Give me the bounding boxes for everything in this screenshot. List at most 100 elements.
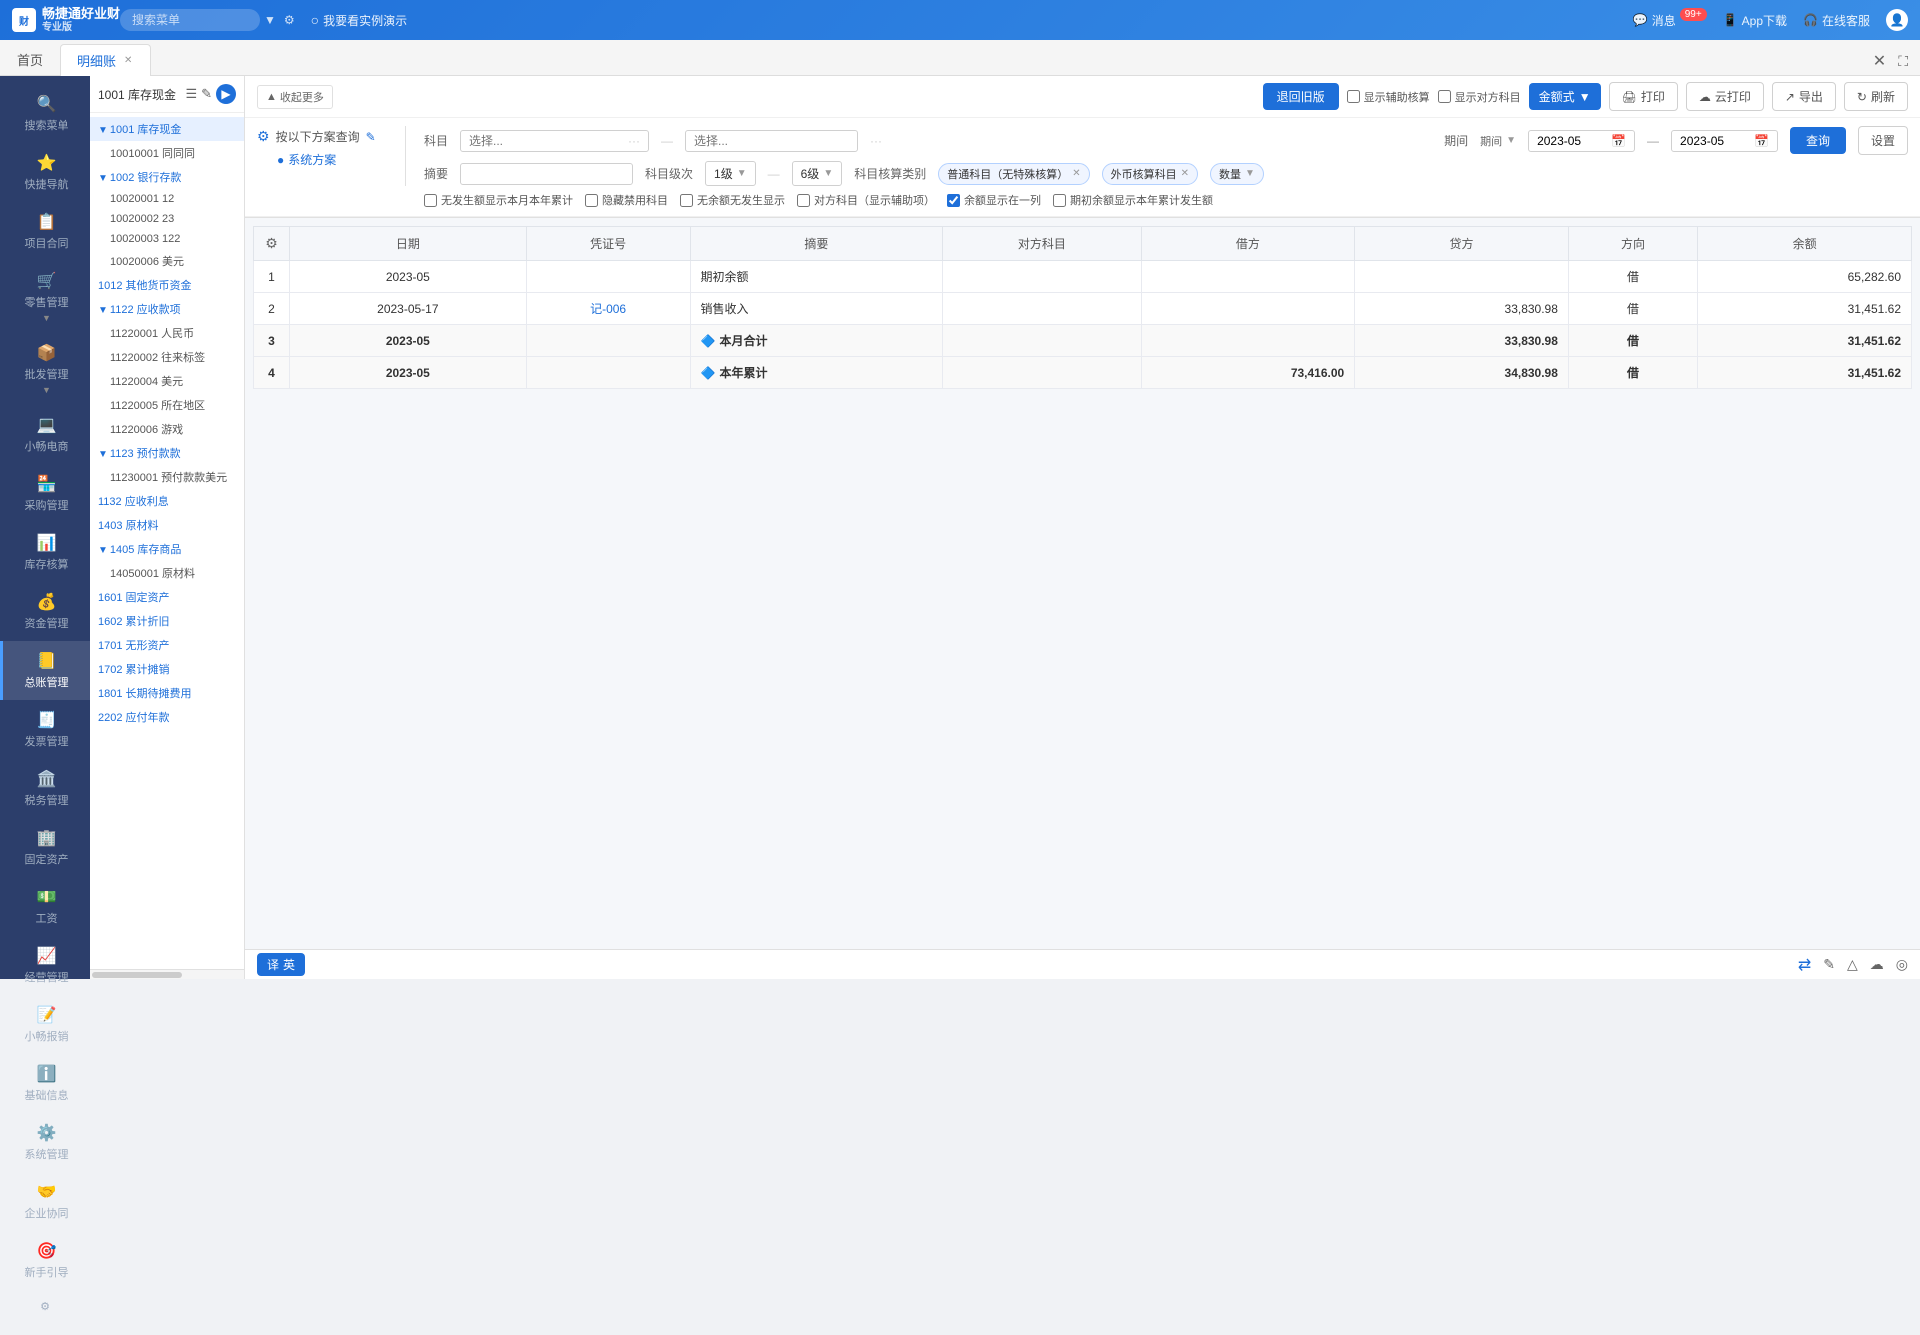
cb-init-balance[interactable]: 期初余额显示本年累计发生额 — [1053, 192, 1213, 208]
amount-mode-btn[interactable]: 金额式 ▼ — [1529, 83, 1601, 110]
sidebar-item-mgmt[interactable]: 📈 经营管理 — [0, 936, 90, 995]
sidebar-item-collab[interactable]: 🤝 企业协同 — [0, 1172, 90, 1231]
period-to-input[interactable] — [1680, 134, 1750, 148]
tree-item-1002[interactable]: ▼1002 银行存款 — [90, 165, 244, 189]
return-old-btn[interactable]: 退回旧版 — [1263, 83, 1339, 110]
tree-item-2202[interactable]: 2202 应付年款 — [90, 705, 244, 729]
print-btn[interactable]: 🖨 打印 — [1609, 82, 1678, 111]
sidebar-item-inventory[interactable]: 📊 库存核算 — [0, 523, 90, 582]
sidebar-item-project[interactable]: 📋 项目合同 — [0, 202, 90, 261]
search-chevron-icon[interactable]: ▼ — [264, 13, 276, 27]
export-btn[interactable]: ↗ 导出 — [1772, 82, 1836, 111]
account-search-btn[interactable]: ▶ — [216, 84, 236, 104]
tag2-close-btn[interactable]: ✕ — [1181, 168, 1189, 179]
query-btn[interactable]: 查询 — [1790, 127, 1846, 154]
show-opposite-subject-input[interactable] — [1438, 90, 1451, 103]
sidebar-item-retail[interactable]: 🛒 零售管理 ▼ — [0, 261, 90, 333]
tree-item-14050001[interactable]: 14050001 原材料 — [90, 561, 244, 585]
sidebar-item-guide[interactable]: 🎯 新手引导 — [0, 1231, 90, 1290]
h-scrollbar[interactable] — [90, 969, 244, 979]
status-icon-1[interactable]: ⇄ — [1798, 955, 1811, 975]
tree-item-1702[interactable]: 1702 累计摊销 — [90, 657, 244, 681]
tab-home[interactable]: 首页 — [0, 43, 60, 75]
settings-icon[interactable]: ⚙ — [284, 13, 295, 27]
status-icon-2[interactable]: ✎ — [1823, 956, 1835, 973]
cb-init-balance-input[interactable] — [1053, 194, 1066, 207]
sidebar-item-base[interactable]: ℹ️ 基础信息 — [0, 1054, 90, 1113]
cb-hide-disabled[interactable]: 隐藏禁用科目 — [585, 192, 668, 208]
sidebar-item-wholesale[interactable]: 📦 批发管理 ▼ — [0, 333, 90, 405]
tree-item-1801[interactable]: 1801 长期待摊费用 — [90, 681, 244, 705]
tree-item-11230001[interactable]: 11230001 预付款款美元 — [90, 465, 244, 489]
app-download-btn[interactable]: 📱 App下载 — [1723, 12, 1787, 29]
summary-input[interactable] — [460, 163, 633, 185]
status-translate-btn[interactable]: 译 英 — [257, 953, 305, 976]
show-aux-calc-input[interactable] — [1347, 90, 1360, 103]
sidebar-item-ecommerce[interactable]: 💻 小畅电商 — [0, 405, 90, 464]
subject-input[interactable] — [469, 134, 624, 148]
expand-more-btn[interactable]: ▲ 收起更多 — [257, 85, 333, 109]
tag1-close-btn[interactable]: ✕ — [1072, 168, 1080, 179]
tree-item-1701[interactable]: 1701 无形资产 — [90, 633, 244, 657]
demo-link[interactable]: ○ 我要看实例演示 — [311, 12, 407, 29]
cb-no-balance-show-input[interactable] — [680, 194, 693, 207]
sidebar-item-purchase[interactable]: 🏪 采购管理 — [0, 464, 90, 523]
status-icon-5[interactable]: ◎ — [1896, 956, 1908, 973]
sidebar-item-salary[interactable]: 💵 工资 — [0, 877, 90, 936]
subject-to-input[interactable] — [694, 134, 849, 148]
sidebar-item-expense[interactable]: 📝 小畅报销 — [0, 995, 90, 1054]
tree-item-1403[interactable]: 1403 原材料 — [90, 513, 244, 537]
sidebar-item-tax[interactable]: 🏛️ 税务管理 — [0, 759, 90, 818]
cb-no-balance-show[interactable]: 无余额无发生显示 — [680, 192, 785, 208]
sidebar-item-quicknav[interactable]: ⭐ 快捷导航 — [0, 143, 90, 202]
refresh-btn[interactable]: ↻ 刷新 — [1844, 82, 1908, 111]
table-gear-icon[interactable]: ⚙ — [265, 235, 278, 251]
tree-item-10010001[interactable]: 10010001 同同同 — [90, 141, 244, 165]
sidebar-item-system[interactable]: ⚙️ 系统管理 — [0, 1113, 90, 1172]
sidebar-item-finance[interactable]: 💰 资金管理 — [0, 582, 90, 641]
tree-item-1602[interactable]: 1602 累计折旧 — [90, 609, 244, 633]
tree-item-10020002[interactable]: 10020002 23 — [90, 209, 244, 229]
show-opposite-subject-checkbox[interactable]: 显示对方科目 — [1438, 89, 1521, 105]
message-btn[interactable]: 💬 消息 99+ — [1633, 12, 1707, 29]
status-icon-3[interactable]: △ — [1847, 956, 1858, 973]
tree-item-11220002[interactable]: 11220002 往来标签 — [90, 345, 244, 369]
voucher-link-2[interactable]: 记-006 — [590, 302, 626, 316]
scheme-edit-icon[interactable]: ✎ — [366, 130, 376, 144]
online-service-btn[interactable]: 🎧 在线客服 — [1803, 12, 1870, 29]
cb-balance-one-col-input[interactable] — [947, 194, 960, 207]
tree-item-1132[interactable]: 1132 应收利息 — [90, 489, 244, 513]
sidebar-item-invoice[interactable]: 🧾 发票管理 — [0, 700, 90, 759]
cb-hide-disabled-input[interactable] — [585, 194, 598, 207]
tree-item-11220006[interactable]: 11220006 游戏 — [90, 417, 244, 441]
cb-no-balance-input[interactable] — [424, 194, 437, 207]
tree-item-1012[interactable]: 1012 其他货币资金 — [90, 273, 244, 297]
window-close-btn[interactable]: ✕ — [1869, 47, 1890, 75]
sidebar-item-search[interactable]: 🔍 搜索菜单 — [0, 84, 90, 143]
cloud-print-btn[interactable]: ☁ 云打印 — [1686, 82, 1764, 111]
cb-no-balance[interactable]: 无发生额显示本月本年累计 — [424, 192, 573, 208]
status-icon-4[interactable]: ☁ — [1870, 956, 1884, 973]
tree-item-1123[interactable]: ▼1123 预付款款 — [90, 441, 244, 465]
sidebar-item-assets[interactable]: 🏢 固定资产 — [0, 818, 90, 877]
tree-item-10020006[interactable]: 10020006 美元 — [90, 249, 244, 273]
tree-item-10020001[interactable]: 10020001 12 — [90, 189, 244, 209]
tree-item-10020003[interactable]: 10020003 122 — [90, 229, 244, 249]
tree-item-1001[interactable]: ▼1001 库存现金 — [90, 117, 244, 141]
window-expand-btn[interactable]: ⛶ — [1894, 49, 1912, 74]
tab-ledger[interactable]: 明细账 ✕ — [60, 44, 151, 76]
cb-opposite-subject-input[interactable] — [797, 194, 810, 207]
edit-icon[interactable]: ✎ — [201, 86, 212, 102]
list-view-icon[interactable]: ☰ — [185, 86, 197, 102]
show-aux-calc-checkbox[interactable]: 显示辅助核算 — [1347, 89, 1430, 105]
tree-item-1601[interactable]: 1601 固定资产 — [90, 585, 244, 609]
tree-item-11220005[interactable]: 11220005 所在地区 — [90, 393, 244, 417]
tab-close-btn[interactable]: ✕ — [122, 53, 134, 68]
sidebar-item-ledger[interactable]: 📒 总账管理 — [0, 641, 90, 700]
system-scheme-btn[interactable]: 系统方案 — [288, 151, 336, 168]
period-from-input[interactable] — [1537, 134, 1607, 148]
tree-item-11220001[interactable]: 11220001 人民币 — [90, 321, 244, 345]
cb-opposite-subject[interactable]: 对方科目（显示辅助项） — [797, 192, 935, 208]
user-menu-btn[interactable]: 👤 — [1886, 9, 1908, 31]
cb-balance-one-col[interactable]: 余额显示在一列 — [947, 192, 1041, 208]
